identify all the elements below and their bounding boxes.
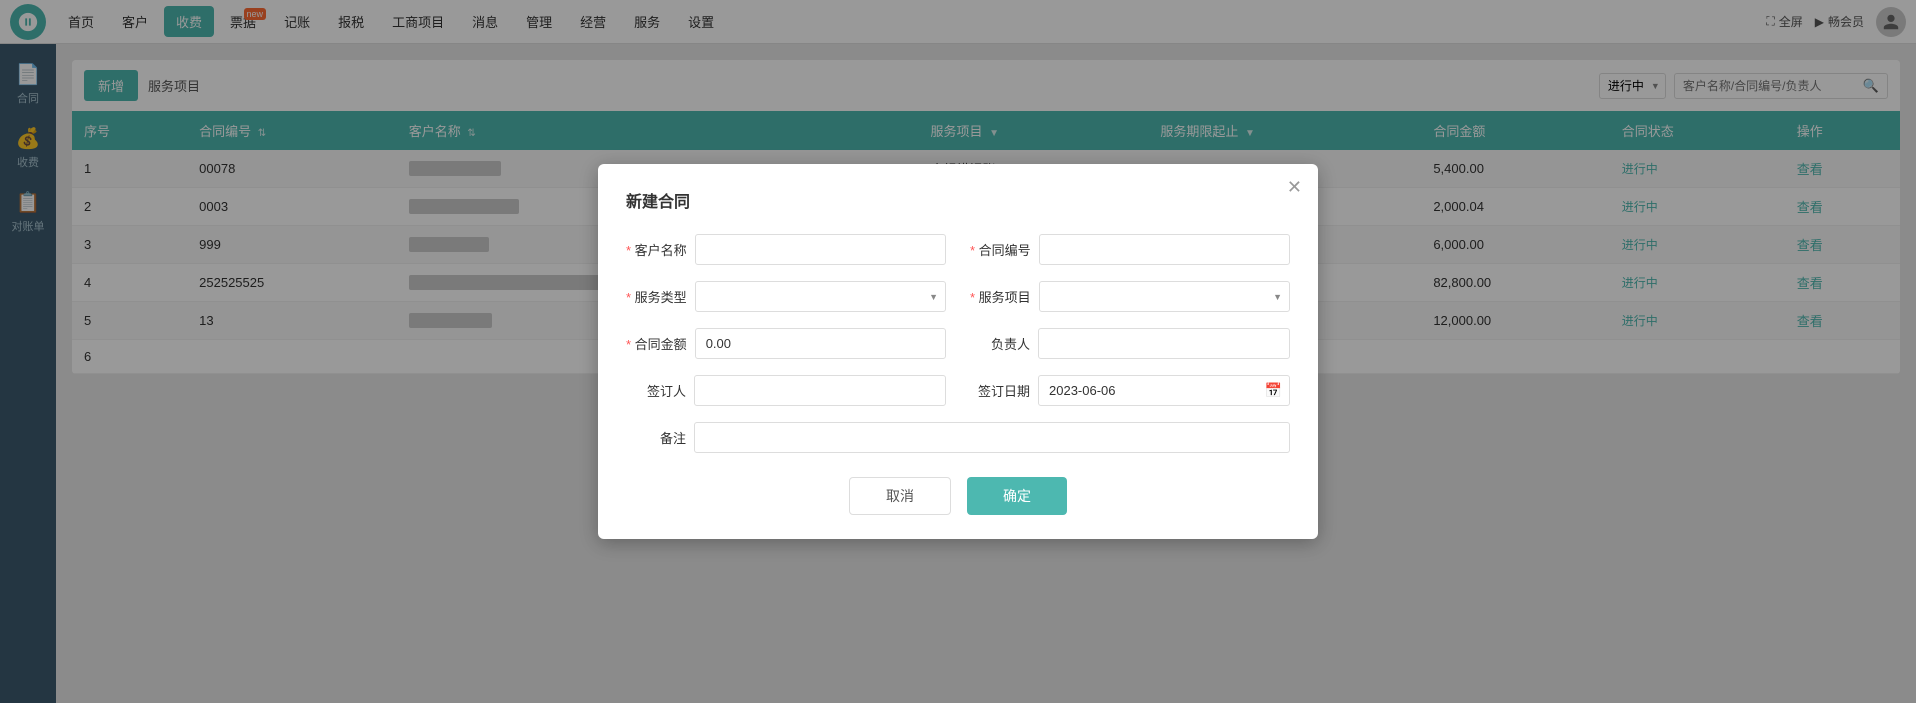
amount-input[interactable]: 0.00 <box>695 328 946 359</box>
sign-date-input[interactable]: 2023-06-06 <box>1038 375 1290 406</box>
sign-date-field: 签订日期 2023-06-06 📅 <box>970 375 1290 406</box>
modal-close-button[interactable]: ✕ <box>1287 178 1302 196</box>
responsible-field: 负责人 <box>970 328 1290 359</box>
service-type-field: 服务类型 <box>626 281 946 312</box>
service-type-label: 服务类型 <box>626 287 687 306</box>
sign-date-wrapper: 2023-06-06 📅 <box>1038 375 1290 406</box>
modal-overlay: ✕ 新建合同 客户名称 合同编号 服务类型 服务项目 <box>0 0 1916 703</box>
confirm-button[interactable]: 确定 <box>967 477 1067 515</box>
service-item-label: 服务项目 <box>970 287 1031 306</box>
calendar-icon[interactable]: 📅 <box>1265 382 1282 399</box>
remark-field: 备注 <box>626 422 1290 453</box>
service-item-select[interactable] <box>1039 281 1290 312</box>
contract-no-input[interactable] <box>1039 234 1290 265</box>
new-contract-modal: ✕ 新建合同 客户名称 合同编号 服务类型 服务项目 <box>598 164 1318 539</box>
signer-label: 签订人 <box>626 381 686 400</box>
service-item-select-wrapper <box>1039 281 1290 312</box>
cancel-button[interactable]: 取消 <box>849 477 951 515</box>
service-item-field: 服务项目 <box>970 281 1290 312</box>
amount-label: 合同金额 <box>626 334 687 353</box>
service-type-select-wrapper <box>695 281 946 312</box>
remark-label: 备注 <box>626 428 686 447</box>
modal-footer: 取消 确定 <box>626 477 1290 515</box>
responsible-input[interactable] <box>1038 328 1290 359</box>
customer-input[interactable] <box>695 234 946 265</box>
responsible-label: 负责人 <box>970 334 1030 353</box>
service-type-select[interactable] <box>695 281 946 312</box>
modal-title: 新建合同 <box>626 188 1290 212</box>
remark-input[interactable] <box>694 422 1290 453</box>
amount-field: 合同金额 0.00 <box>626 328 946 359</box>
signer-field: 签订人 <box>626 375 946 406</box>
form-grid: 客户名称 合同编号 服务类型 服务项目 <box>626 234 1290 453</box>
signer-input[interactable] <box>694 375 946 406</box>
customer-label: 客户名称 <box>626 240 687 259</box>
contract-no-label: 合同编号 <box>970 240 1031 259</box>
customer-field: 客户名称 <box>626 234 946 265</box>
sign-date-label: 签订日期 <box>970 381 1030 400</box>
contract-no-field: 合同编号 <box>970 234 1290 265</box>
